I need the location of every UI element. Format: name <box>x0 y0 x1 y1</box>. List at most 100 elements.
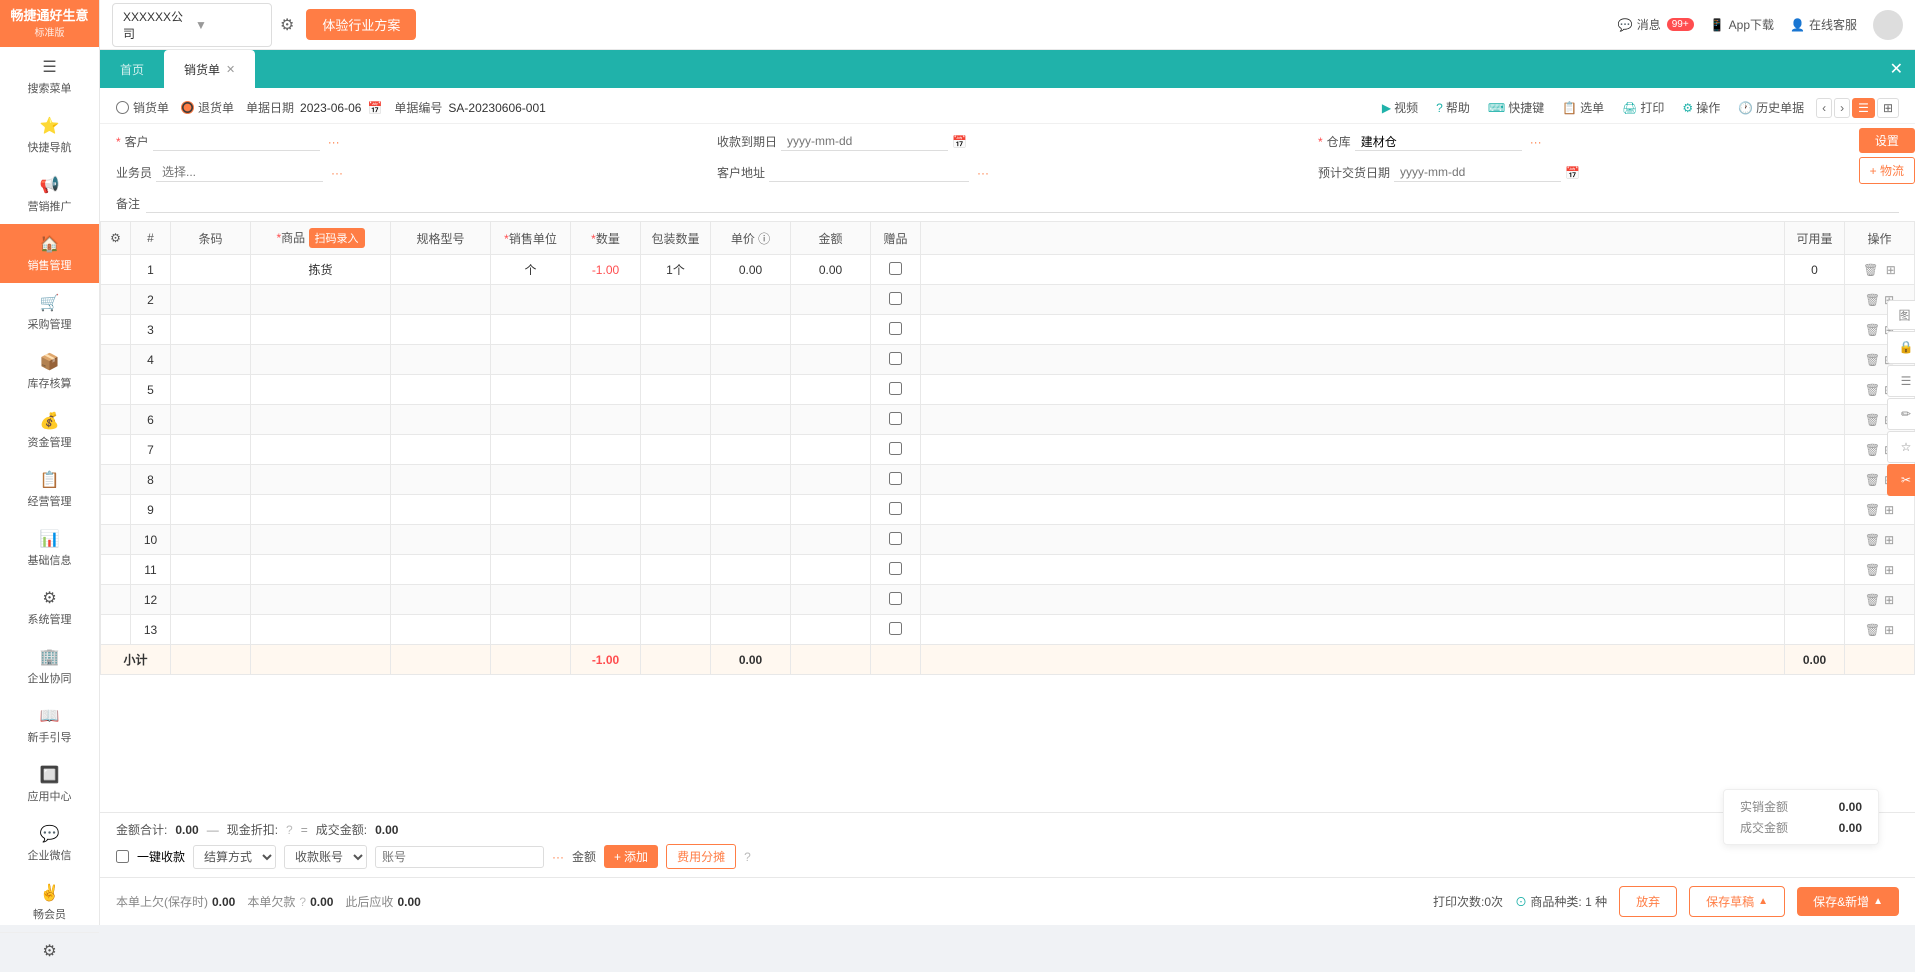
goods-type-icon[interactable]: ⊙ <box>1515 895 1527 909</box>
customer-addr-select-icon[interactable]: ··· <box>977 166 989 180</box>
right-sidebar-btn-3[interactable]: ☰ <box>1887 365 1915 397</box>
ops-btn[interactable]: ⚙ 操作 <box>1676 96 1726 119</box>
expense-split-btn[interactable]: 费用分摊 <box>666 844 736 869</box>
tab-bar-close-icon[interactable]: ✕ <box>1890 59 1903 79</box>
row11-copy-icon[interactable]: ⊞ <box>1884 563 1894 577</box>
template-btn[interactable]: 📋 选单 <box>1556 96 1610 119</box>
row1-gift[interactable] <box>871 255 921 285</box>
row1-goods[interactable]: 拣货 <box>251 255 391 285</box>
payment-due-calendar-icon[interactable]: 📅 <box>952 135 967 149</box>
scan-btn[interactable]: 扫码录入 <box>309 228 365 248</box>
sidebar-item-system[interactable]: ⚙ 系统管理 <box>0 578 99 637</box>
warehouse-select-icon[interactable]: ··· <box>1530 135 1542 149</box>
row1-amount[interactable]: 0.00 <box>791 255 871 285</box>
notes-input[interactable] <box>146 194 1899 213</box>
radio-return[interactable]: 退货单 <box>181 99 234 116</box>
tab-home[interactable]: 首页 <box>100 50 164 88</box>
col-header-settings[interactable]: ⚙ <box>101 222 131 255</box>
history-btn[interactable]: 🕐 历史单据 <box>1732 96 1810 119</box>
row9-gift-checkbox[interactable] <box>889 502 902 515</box>
company-selector[interactable]: XXXXXX公司 ▼ <box>112 3 272 47</box>
row10-delete-icon[interactable]: 🗑 <box>1865 533 1880 547</box>
logistics-action-btn[interactable]: + 物流 <box>1859 157 1915 184</box>
row6-delete-icon[interactable]: 🗑 <box>1865 413 1880 427</box>
tab-close-icon[interactable]: ✕ <box>226 63 235 76</box>
sidebar-item-marketing[interactable]: 📢 营销推广 <box>0 165 99 224</box>
row8-delete-icon[interactable]: 🗑 <box>1865 473 1880 487</box>
save-new-button[interactable]: 保存&新增 ▲ <box>1797 887 1899 916</box>
account-select[interactable]: 收款账号 <box>284 845 367 869</box>
settings-action-btn[interactable]: 设置 <box>1859 128 1915 153</box>
row13-delete-icon[interactable]: 🗑 <box>1865 623 1880 637</box>
trial-button[interactable]: 体验行业方案 <box>306 9 416 40</box>
save-draft-button[interactable]: 保存草稿 ▲ <box>1689 886 1785 917</box>
add-payment-btn[interactable]: + 添加 <box>604 845 658 868</box>
total-owed-help[interactable]: ? <box>299 895 306 909</box>
sidebar-item-purchase[interactable]: 🛒 采购管理 <box>0 283 99 342</box>
row6-gift-checkbox[interactable] <box>889 412 902 425</box>
tab-sales-order[interactable]: 销货单 ✕ <box>164 50 255 88</box>
right-sidebar-btn-5[interactable]: ☆ <box>1887 431 1915 463</box>
list-view-btn[interactable]: ☰ <box>1852 98 1875 118</box>
sidebar-item-quick-nav[interactable]: ⭐ 快捷导航 <box>0 106 99 165</box>
sidebar-item-search[interactable]: ☰ 搜索菜单 <box>0 47 99 106</box>
payment-due-input[interactable] <box>781 132 948 151</box>
grid-view-btn[interactable]: ⊞ <box>1877 98 1899 118</box>
sidebar-item-sales[interactable]: 🏠 销售管理 <box>0 224 99 283</box>
sidebar-item-member[interactable]: ✌ 畅会员 <box>0 873 99 932</box>
online-service-btn[interactable]: 👤 在线客服 <box>1790 16 1857 33</box>
sidebar-item-guide[interactable]: 📖 新手引导 <box>0 696 99 755</box>
right-sidebar-btn-1[interactable]: 图 <box>1887 300 1915 330</box>
row1-barcode[interactable] <box>171 255 251 285</box>
footer-help-icon[interactable]: ? <box>744 850 751 864</box>
row13-gift-checkbox[interactable] <box>889 622 902 635</box>
footer-dots[interactable]: ··· <box>552 850 564 864</box>
sidebar-item-finance[interactable]: 💰 资金管理 <box>0 401 99 460</box>
help-btn[interactable]: ? 帮助 <box>1430 96 1476 119</box>
cash-discount-info-icon[interactable]: ? <box>286 823 293 837</box>
sidebar-item-apps[interactable]: 🔲 应用中心 <box>0 755 99 814</box>
shortcut-btn[interactable]: ⌨ 快捷键 <box>1482 96 1550 119</box>
row1-pkg[interactable]: 1个 <box>641 255 711 285</box>
settings-gear-icon[interactable]: ⚙ <box>280 15 294 35</box>
customer-input[interactable] <box>153 132 320 151</box>
sidebar-item-wechat[interactable]: 💬 企业微信 <box>0 814 99 873</box>
row12-copy-icon[interactable]: ⊞ <box>1884 593 1894 607</box>
row1-delete-icon[interactable]: 🗑 <box>1863 263 1878 277</box>
row1-qty[interactable]: -1.00 <box>571 255 641 285</box>
row11-gift-checkbox[interactable] <box>889 562 902 575</box>
salesperson-input[interactable] <box>156 163 323 182</box>
row5-delete-icon[interactable]: 🗑 <box>1865 383 1880 397</box>
discard-button[interactable]: 放弃 <box>1619 886 1677 917</box>
video-btn[interactable]: ▶ 视频 <box>1376 96 1424 119</box>
row13-copy-icon[interactable]: ⊞ <box>1884 623 1894 637</box>
right-sidebar-btn-6[interactable]: ✂ <box>1887 464 1915 496</box>
expected-date-calendar-icon[interactable]: 📅 <box>1565 166 1580 180</box>
row12-delete-icon[interactable]: 🗑 <box>1865 593 1880 607</box>
row5-gift-checkbox[interactable] <box>889 382 902 395</box>
row3-gift-checkbox[interactable] <box>889 322 902 335</box>
sidebar-item-basic[interactable]: 📊 基础信息 <box>0 519 99 578</box>
row4-gift-checkbox[interactable] <box>889 352 902 365</box>
row12-gift-checkbox[interactable] <box>889 592 902 605</box>
account-number-input[interactable] <box>375 846 544 868</box>
expected-date-input[interactable] <box>1394 163 1561 182</box>
row2-gift-checkbox[interactable] <box>889 292 902 305</box>
customer-addr-input[interactable] <box>769 163 969 182</box>
radio-return-input[interactable] <box>181 101 194 114</box>
sidebar-item-corp[interactable]: 🏢 企业协同 <box>0 637 99 696</box>
next-page-btn[interactable]: › <box>1834 98 1850 118</box>
user-avatar[interactable] <box>1873 10 1903 40</box>
row4-delete-icon[interactable]: 🗑 <box>1865 353 1880 367</box>
row8-gift-checkbox[interactable] <box>889 472 902 485</box>
calendar-icon[interactable]: 📅 <box>367 101 382 115</box>
sidebar-item-inventory[interactable]: 📦 库存核算 <box>0 342 99 401</box>
row10-gift-checkbox[interactable] <box>889 532 902 545</box>
row1-copy-icon[interactable]: ⊞ <box>1886 263 1896 277</box>
prev-page-btn[interactable]: ‹ <box>1816 98 1832 118</box>
row1-price[interactable]: 0.00 <box>711 255 791 285</box>
row1-spec[interactable] <box>391 255 491 285</box>
warehouse-input[interactable] <box>1355 132 1522 151</box>
salesperson-select-icon[interactable]: ··· <box>331 166 343 180</box>
row7-delete-icon[interactable]: 🗑 <box>1865 443 1880 457</box>
